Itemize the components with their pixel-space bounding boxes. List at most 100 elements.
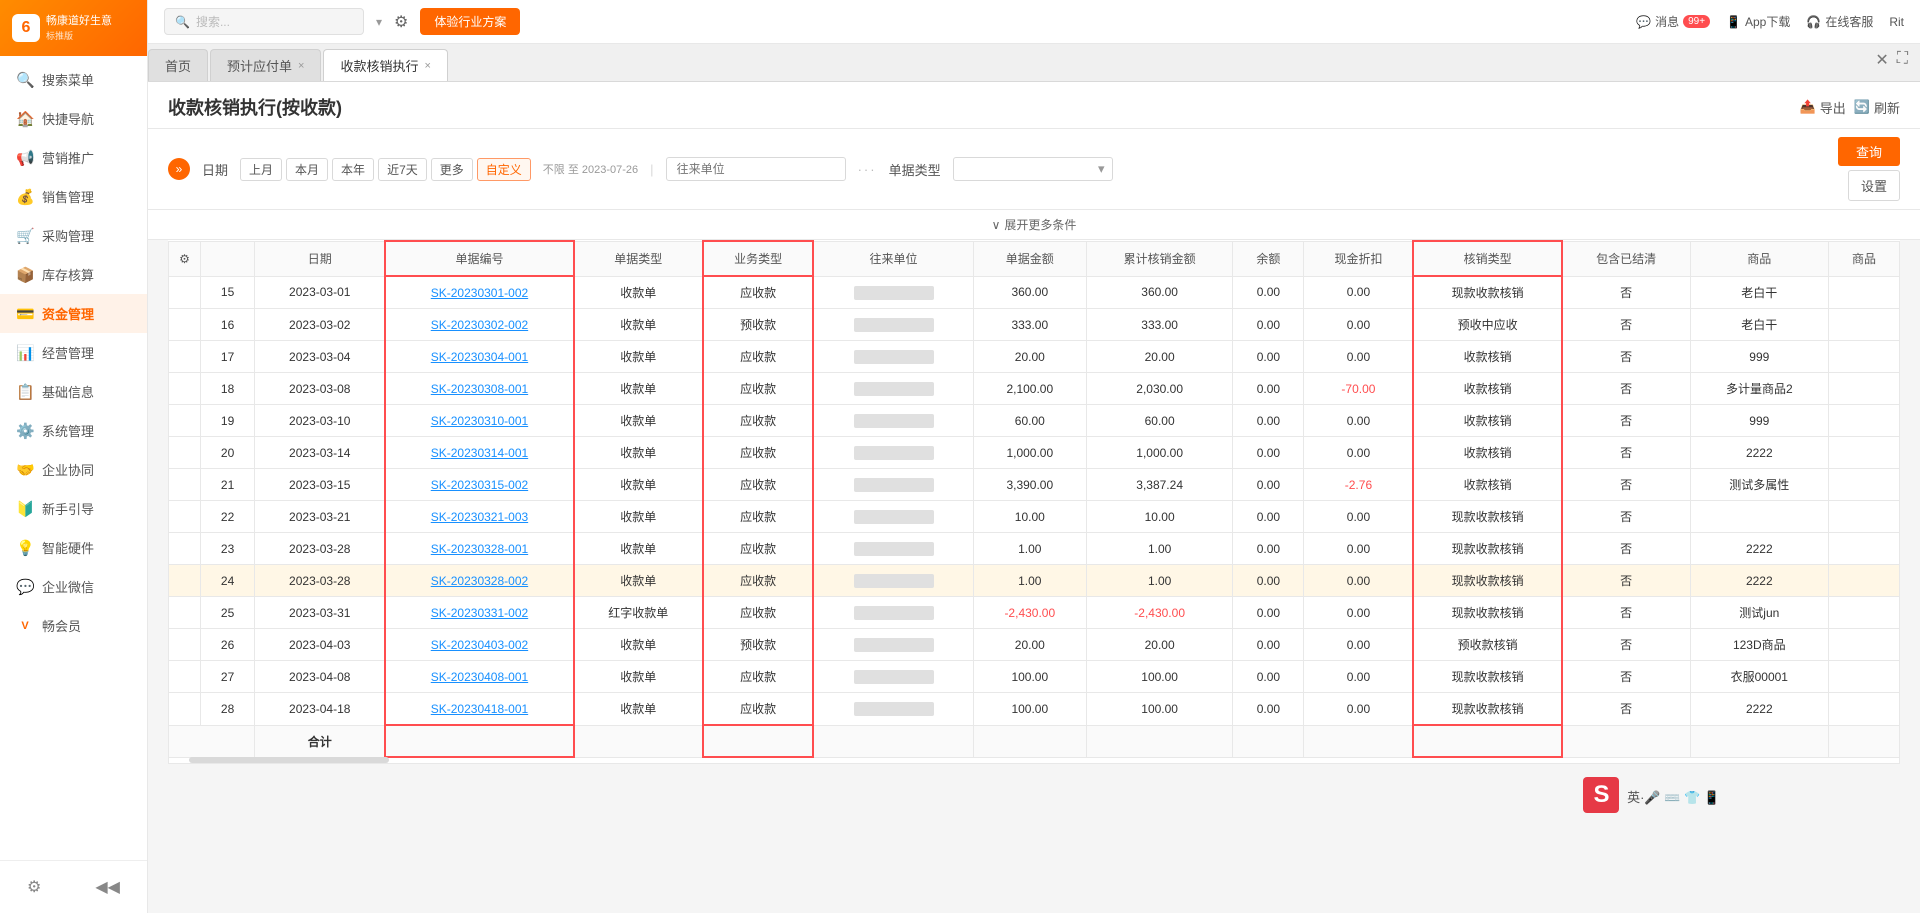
th-goods[interactable]: 商品 xyxy=(1690,241,1828,276)
collapse-btn[interactable]: ◀◀ xyxy=(87,869,128,905)
cell-doc-no[interactable]: SK-20230328-002 xyxy=(385,565,573,597)
footer-doctype xyxy=(574,725,703,757)
tab-prepay[interactable]: 预计应付单 × xyxy=(210,49,321,81)
sidebar-item-operations[interactable]: 📊 经营管理 xyxy=(0,333,147,372)
th-amount[interactable]: 单据金额 xyxy=(973,241,1086,276)
filter-dots: ··· xyxy=(858,162,877,177)
cell-doc-no[interactable]: SK-20230310-001 xyxy=(385,405,573,437)
filter-7days[interactable]: 近7天 xyxy=(378,158,427,181)
th-cash-discount[interactable]: 现金折扣 xyxy=(1304,241,1414,276)
th-cancel-type[interactable]: 核销类型 xyxy=(1413,241,1561,276)
th-goods2[interactable]: 商品 xyxy=(1828,241,1899,276)
th-settings[interactable]: ⚙ xyxy=(169,241,201,276)
cell-cancel-type: 现款收款核销 xyxy=(1413,693,1561,726)
filter-this-year[interactable]: 本年 xyxy=(332,158,374,181)
settings-btn[interactable]: 设置 xyxy=(1848,170,1900,201)
th-biz-type[interactable]: 业务类型 xyxy=(703,241,813,276)
tab-prepay-close[interactable]: × xyxy=(298,60,304,72)
filter-this-month[interactable]: 本月 xyxy=(286,158,328,181)
th-include-settled[interactable]: 包含已结清 xyxy=(1562,241,1691,276)
filter-doctype-select[interactable] xyxy=(953,157,1113,181)
blurred-counterpart xyxy=(854,702,934,716)
th-balance[interactable]: 余额 xyxy=(1233,241,1304,276)
msg-item[interactable]: 💬 消息 99+ xyxy=(1636,13,1710,30)
sidebar-item-sales[interactable]: 💰 销售管理 xyxy=(0,177,147,216)
sidebar-item-search[interactable]: 🔍 搜索菜单 xyxy=(0,60,147,99)
app-download-item[interactable]: 📱 App下载 xyxy=(1726,13,1790,30)
cell-doc-no[interactable]: SK-20230328-001 xyxy=(385,533,573,565)
cell-doc-no[interactable]: SK-20230408-001 xyxy=(385,661,573,693)
sidebar-item-marketing[interactable]: 📢 营销推广 xyxy=(0,138,147,177)
sidebar-item-basic[interactable]: 📋 基础信息 xyxy=(0,372,147,411)
filter-more-date[interactable]: 更多 xyxy=(431,158,473,181)
cell-balance: 0.00 xyxy=(1233,597,1304,629)
export-label: 导出 xyxy=(1820,98,1846,117)
cell-doc-no[interactable]: SK-20230321-003 xyxy=(385,501,573,533)
topbar-dropdown-arrow[interactable]: ▾ xyxy=(376,15,382,29)
cell-counterpart xyxy=(813,693,973,726)
cell-doc-no[interactable]: SK-20230403-002 xyxy=(385,629,573,661)
tab-collection-close[interactable]: × xyxy=(424,60,430,72)
scroll-thumb[interactable] xyxy=(189,757,389,763)
topbar-search[interactable]: 🔍 搜索... xyxy=(164,8,364,35)
query-btn[interactable]: 查询 xyxy=(1838,137,1900,166)
tab-home[interactable]: 首页 xyxy=(148,49,208,81)
expand-filter-btn[interactable]: ∨ 展开更多条件 xyxy=(992,216,1077,233)
sidebar-item-member[interactable]: V 畅会员 xyxy=(0,606,147,645)
page-header-actions: 📤 导出 🔄 刷新 xyxy=(1800,98,1900,117)
user-area[interactable]: Rit xyxy=(1889,15,1904,29)
th-doc-no[interactable]: 单据编号 xyxy=(385,241,573,276)
cell-include-settled: 否 xyxy=(1562,437,1691,469)
counterpart-input[interactable] xyxy=(666,157,846,181)
th-counterpart[interactable]: 往来单位 xyxy=(813,241,973,276)
cell-no: 17 xyxy=(201,341,255,373)
horizontal-scrollbar[interactable] xyxy=(168,758,1900,764)
th-date[interactable]: 日期 xyxy=(255,241,386,276)
cell-doc-no[interactable]: SK-20230315-002 xyxy=(385,469,573,501)
cell-doc-no[interactable]: SK-20230302-002 xyxy=(385,309,573,341)
cell-doc-no[interactable]: SK-20230301-002 xyxy=(385,276,573,309)
service-item[interactable]: 🎧 在线客服 xyxy=(1806,13,1873,30)
cell-doc-no[interactable]: SK-20230308-001 xyxy=(385,373,573,405)
cell-cash-discount: -70.00 xyxy=(1304,373,1414,405)
tab-close-btn[interactable]: ✕ xyxy=(1875,50,1888,70)
export-btn[interactable]: 📤 导出 xyxy=(1800,98,1846,117)
sidebar-item-enterprise[interactable]: 🤝 企业协同 xyxy=(0,450,147,489)
table-row: 282023-04-18SK-20230418-001收款单应收款100.001… xyxy=(169,693,1900,726)
cell-doc-no[interactable]: SK-20230304-001 xyxy=(385,341,573,373)
tab-collection[interactable]: 收款核销执行 × xyxy=(323,49,447,81)
cell-include-settled: 否 xyxy=(1562,693,1691,726)
sidebar-item-system[interactable]: ⚙️ 系统管理 xyxy=(0,411,147,450)
cell-doc-type: 收款单 xyxy=(574,629,703,661)
cell-accumulated: 1.00 xyxy=(1086,565,1233,597)
sidebar-item-quick[interactable]: 🏠 快捷导航 xyxy=(0,99,147,138)
filter-bar: » 日期 上月 本月 本年 近7天 更多 自定义 不限 至 2023-07-26… xyxy=(148,129,1920,210)
cell-doc-no[interactable]: SK-20230314-001 xyxy=(385,437,573,469)
filter-last-month[interactable]: 上月 xyxy=(240,158,282,181)
sidebar-item-wechat[interactable]: 💬 企业微信 xyxy=(0,567,147,606)
tab-expand-btn[interactable]: ⛶ xyxy=(1897,50,1908,70)
sidebar-item-purchase[interactable]: 🛒 采购管理 xyxy=(0,216,147,255)
th-accumulated[interactable]: 累计核销金额 xyxy=(1086,241,1233,276)
cell-biz-type: 应收款 xyxy=(703,405,813,437)
cell-goods-img xyxy=(1828,309,1899,341)
cell-doc-no[interactable]: SK-20230418-001 xyxy=(385,693,573,726)
cell-goods: 2222 xyxy=(1690,565,1828,597)
sidebar-item-inventory[interactable]: 📦 库存核算 xyxy=(0,255,147,294)
filter-toggle-btn[interactable]: » xyxy=(168,158,190,180)
sidebar-item-guide[interactable]: 🔰 新手引导 xyxy=(0,489,147,528)
settings-bottom-btn[interactable]: ⚙ xyxy=(19,869,49,905)
sidebar-item-hardware[interactable]: 💡 智能硬件 xyxy=(0,528,147,567)
tab-collection-label: 收款核销执行 xyxy=(340,56,418,75)
filter-custom-date[interactable]: 自定义 xyxy=(477,158,531,181)
footer-settled xyxy=(1562,725,1691,757)
cell-checkbox xyxy=(169,629,201,661)
cell-cancel-type: 收款核销 xyxy=(1413,341,1561,373)
solution-btn[interactable]: 体验行业方案 xyxy=(420,8,520,35)
th-doc-type[interactable]: 单据类型 xyxy=(574,241,703,276)
cell-doc-no[interactable]: SK-20230331-002 xyxy=(385,597,573,629)
filter-date-label: 日期 xyxy=(202,160,228,179)
topbar-gear-icon[interactable]: ⚙ xyxy=(394,12,408,32)
sidebar-item-finance[interactable]: 💳 资金管理 xyxy=(0,294,147,333)
refresh-btn[interactable]: 🔄 刷新 xyxy=(1854,98,1900,117)
